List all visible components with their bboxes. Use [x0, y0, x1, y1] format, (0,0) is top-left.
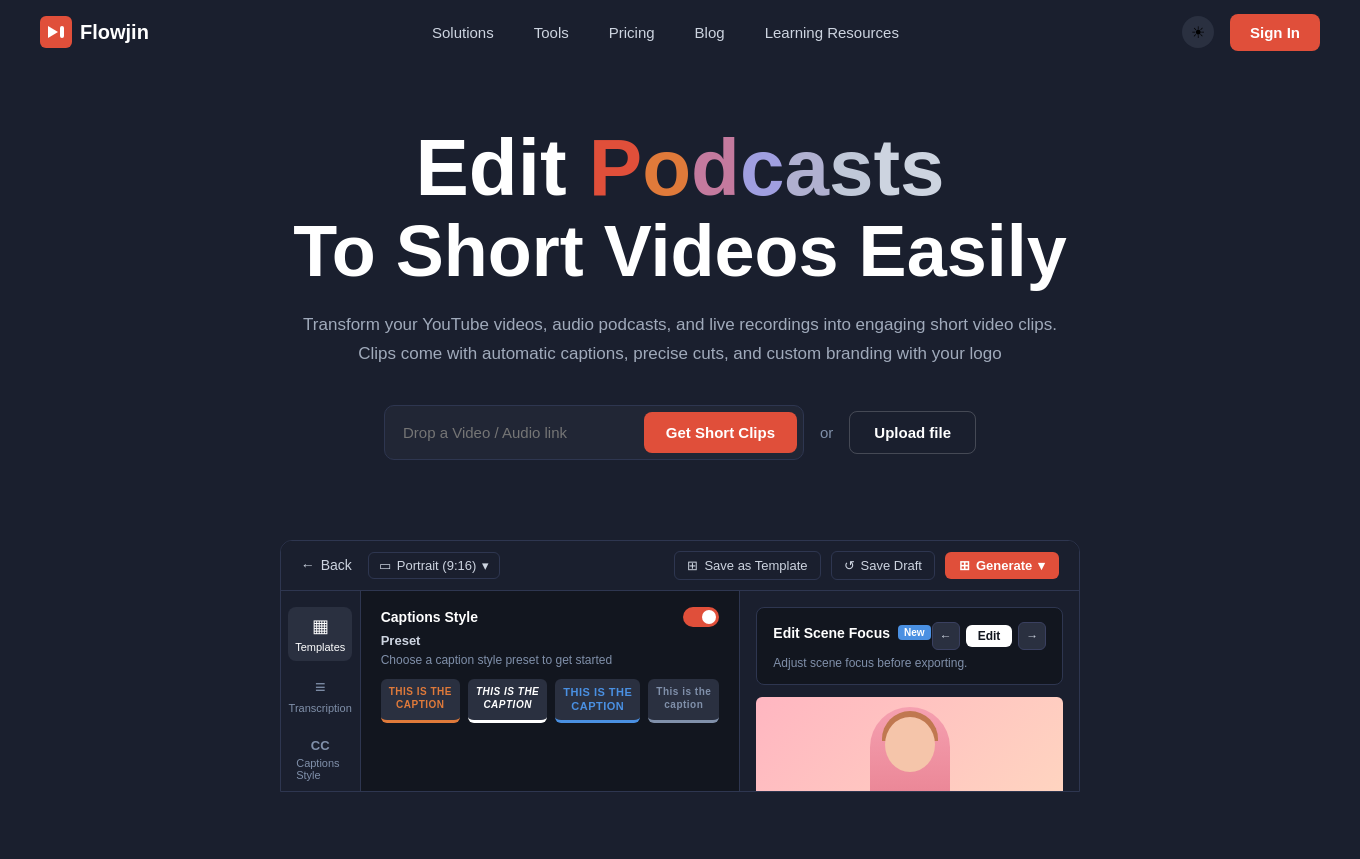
back-arrow-icon: ←	[301, 557, 315, 573]
generate-icon: ⊞	[959, 558, 970, 573]
sidebar-item-captions[interactable]: CC Captions Style	[288, 730, 352, 789]
captions-section-title: Captions Style	[381, 607, 720, 627]
hero-title-line2: To Short Videos Easily	[40, 212, 1320, 291]
preset-item-white[interactable]: THIS IS THECAPTION	[468, 679, 547, 723]
hero-title: Edit Podcasts To Short Videos Easily	[40, 124, 1320, 291]
logo-link[interactable]: Flowjin	[40, 16, 149, 48]
hero-input-row: Get Short Clips or Upload file	[40, 405, 1320, 460]
nav-links: Solutions Tools Pricing Blog Learning Re…	[432, 24, 899, 41]
templates-label: Templates	[295, 641, 345, 653]
video-thumbnail	[756, 697, 1063, 792]
portrait-select[interactable]: ▭ Portrait (9:16) ▾	[368, 552, 500, 579]
back-label: Back	[321, 557, 352, 573]
edit-scene-title: Edit Scene Focus	[773, 625, 890, 641]
captions-icon: CC	[311, 738, 330, 753]
generate-chevron-icon: ▾	[1038, 558, 1045, 573]
generate-button[interactable]: ⊞ Generate ▾	[945, 552, 1059, 579]
captions-label: Captions Style	[296, 757, 344, 781]
get-clips-button[interactable]: Get Short Clips	[644, 412, 797, 453]
app-main: Captions Style Preset Choose a caption s…	[361, 591, 740, 791]
hero-letter-t: t	[873, 123, 900, 212]
back-button[interactable]: ← Back	[301, 557, 352, 573]
hero-letter-c: c	[740, 123, 785, 212]
nav-pricing[interactable]: Pricing	[609, 24, 655, 41]
transcription-label: Transcription	[289, 702, 352, 714]
edit-scene-description: Adjust scene focus before exporting.	[773, 656, 1046, 670]
save-draft-label: Save Draft	[861, 558, 922, 573]
hero-letter-s2: s	[900, 123, 945, 212]
save-template-label: Save as Template	[704, 558, 807, 573]
nav-blog[interactable]: Blog	[695, 24, 725, 41]
app-sidebar: ▦ Templates ≡ Transcription CC Captions …	[281, 591, 361, 791]
preset-label: Preset	[381, 633, 421, 648]
toolbar-right: ⊞ Save as Template ↺ Save Draft ⊞ Genera…	[674, 551, 1059, 580]
hero-letter-d: d	[691, 123, 740, 212]
nav-solutions[interactable]: Solutions	[432, 24, 494, 41]
upload-file-button[interactable]: Upload file	[849, 411, 976, 454]
save-template-icon: ⊞	[687, 558, 698, 573]
thumbnail-figure	[870, 707, 950, 792]
edit-scene-nav: ← Edit →	[932, 622, 1047, 650]
nav-learning-resources[interactable]: Learning Resources	[765, 24, 899, 41]
preset-description: Choose a caption style preset to get sta…	[381, 653, 720, 667]
sidebar-item-transcription[interactable]: ≡ Transcription	[288, 669, 352, 722]
hero-letter-o: o	[642, 123, 691, 212]
app-right-panel: Edit Scene Focus New ← Edit → Adjust sce…	[739, 591, 1079, 791]
hero-letter-p: P	[589, 123, 642, 212]
hero-letter-s: s	[829, 123, 874, 212]
generate-label: Generate	[976, 558, 1032, 573]
preset-item-small[interactable]: This is thecaption	[648, 679, 719, 723]
preset-item-bold[interactable]: THIS IS THECAPTION	[555, 679, 640, 723]
captions-title-text: Captions Style	[381, 609, 478, 625]
hero-title-line1: Edit Podcasts	[40, 124, 1320, 212]
svg-rect-1	[60, 26, 64, 38]
caption-presets: THIS IS THECAPTION THIS IS THECAPTION TH…	[381, 679, 720, 723]
nav-right: ☀ Sign In	[1182, 14, 1320, 51]
navbar: Flowjin Solutions Tools Pricing Blog Lea…	[0, 0, 1360, 64]
logo-icon	[40, 16, 72, 48]
app-preview: ← Back ▭ Portrait (9:16) ▾ ⊞ Save as Tem…	[280, 540, 1081, 792]
new-badge: New	[898, 625, 931, 640]
app-body: ▦ Templates ≡ Transcription CC Captions …	[281, 591, 1080, 791]
hero-letter-a: a	[784, 123, 829, 212]
sidebar-item-templates[interactable]: ▦ Templates	[288, 607, 352, 661]
hero-section: Edit Podcasts To Short Videos Easily Tra…	[0, 64, 1360, 500]
edit-scene-card: Edit Scene Focus New ← Edit → Adjust sce…	[756, 607, 1063, 685]
captions-toggle[interactable]	[683, 607, 719, 627]
edit-scene-header: Edit Scene Focus New	[773, 625, 930, 641]
theme-toggle-button[interactable]: ☀	[1182, 16, 1214, 48]
hero-subtitle: Transform your YouTube videos, audio pod…	[300, 311, 1060, 369]
save-template-button[interactable]: ⊞ Save as Template	[674, 551, 820, 580]
portrait-chevron-icon: ▾	[482, 558, 489, 573]
or-separator: or	[820, 424, 833, 441]
next-scene-button[interactable]: →	[1018, 622, 1046, 650]
edit-scene-button[interactable]: Edit	[966, 625, 1013, 647]
prev-scene-button[interactable]: ←	[932, 622, 960, 650]
toolbar-left: ← Back ▭ Portrait (9:16) ▾	[301, 552, 501, 579]
transcription-icon: ≡	[315, 677, 326, 698]
save-draft-button[interactable]: ↺ Save Draft	[831, 551, 935, 580]
url-input-wrapper: Get Short Clips	[384, 405, 804, 460]
url-input[interactable]	[403, 416, 644, 449]
hero-word-edit: Edit	[415, 123, 588, 212]
app-toolbar: ← Back ▭ Portrait (9:16) ▾ ⊞ Save as Tem…	[281, 541, 1080, 591]
logo-text: Flowjin	[80, 21, 149, 44]
nav-tools[interactable]: Tools	[534, 24, 569, 41]
templates-icon: ▦	[312, 615, 329, 637]
sign-in-button[interactable]: Sign In	[1230, 14, 1320, 51]
save-draft-icon: ↺	[844, 558, 855, 573]
preset-item-orange[interactable]: THIS IS THECAPTION	[381, 679, 460, 723]
portrait-icon: ▭	[379, 558, 391, 573]
portrait-label: Portrait (9:16)	[397, 558, 476, 573]
thumbnail-head	[885, 717, 935, 772]
